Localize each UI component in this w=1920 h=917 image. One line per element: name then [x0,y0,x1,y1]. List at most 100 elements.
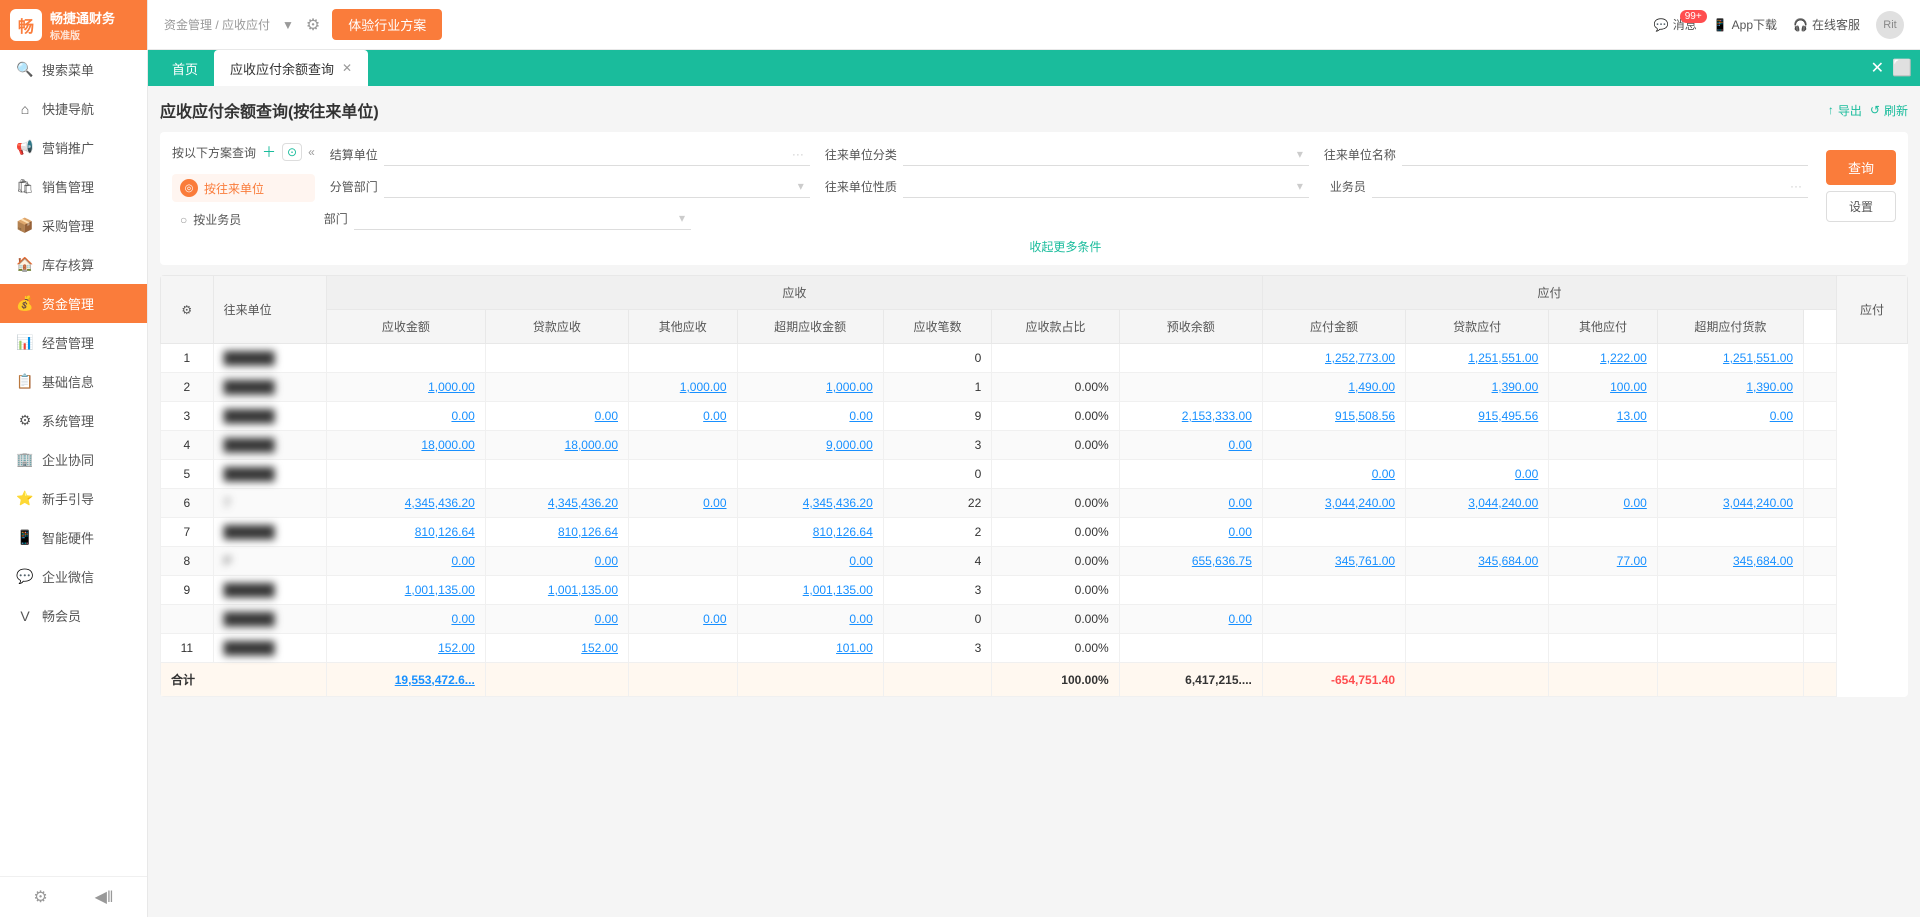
filter-collapse-btn[interactable]: 收起更多条件 [1029,240,1101,254]
settings-button[interactable]: 设置 [1826,191,1896,222]
sidebar-item-member[interactable]: V 畅会员 [0,596,147,635]
sidebar-item-wechat[interactable]: 💬 企业微信 [0,557,147,596]
table-row: 8P0.000.000.0040.00%655,636.75345,761.00… [161,547,1908,576]
filter-add-icon[interactable]: ＋ [262,142,276,162]
cell-ap_amount: 1,490.00 [1262,373,1405,402]
maximize-window-icon[interactable]: ⬜ [1892,58,1912,78]
filter-nav-by-unit[interactable]: ◎ 按往来单位 [172,174,315,202]
sidebar-item-inventory[interactable]: 🏠 库存核算 [0,245,147,284]
table-row: 11██████152.00152.00101.0030.00% [161,634,1908,663]
sidebar-item-label: 系统管理 [42,411,94,430]
collapse-sidebar-icon[interactable]: ◀‖ [95,887,114,907]
topbar-gear-icon[interactable]: ⚙ [306,15,320,35]
filter-dept: 分管部门 ▾ [323,174,810,198]
cell-ar_count: 4 [883,547,992,576]
refresh-button[interactable]: ↺ 刷新 [1870,102,1908,119]
unit-nature-dropdown-icon: ▾ [1297,179,1303,193]
sidebar-item-label: 库存核算 [42,255,94,274]
online-service-button[interactable]: 🎧 在线客服 [1793,16,1860,33]
sidebar-item-basic[interactable]: 📋 基础信息 [0,362,147,401]
message-button[interactable]: 💬 消息 99+ [1654,16,1697,33]
cell-ap_extra [1804,605,1837,634]
cell-num: 8 [161,547,214,576]
unit-name-input[interactable] [1402,142,1808,166]
cell-unit: ██████ [213,402,326,431]
sidebar-item-hardware[interactable]: 📱 智能硬件 [0,518,147,557]
filter-collapse-left-icon[interactable]: « [308,145,315,159]
refresh-icon: ↺ [1870,103,1880,117]
tab-home[interactable]: 首页 [156,50,214,86]
cell-ap_other [1549,460,1658,489]
settings-bottom-icon[interactable]: ⚙ [33,887,47,907]
cell-ar_overdue: 4,345,436.20 [737,489,883,518]
tab-arquery[interactable]: 应收应付余额查询 ✕ [214,50,368,86]
sidebar-item-enterprise[interactable]: 🏢 企业协同 [0,440,147,479]
settlement-label: 结算单位 [323,146,378,163]
filter-action-btns: 查询 设置 [1816,142,1896,255]
sidebar-item-label: 快捷导航 [42,99,94,118]
promo-button[interactable]: 体验行业方案 [332,9,442,40]
filter-settings-icon[interactable]: ⊙ [282,143,302,161]
department-input[interactable]: ▾ [354,206,691,230]
export-button[interactable]: ↑ 导出 [1828,102,1862,119]
cell-ar_count: 0 [883,344,992,373]
sidebar-item-label: 资金管理 [42,294,94,313]
footer-ar-overdue [737,663,883,697]
sidebar-item-funds[interactable]: 💰 资金管理 [0,284,147,323]
tab-close-icon[interactable]: ✕ [342,61,352,75]
cell-ap_extra [1804,576,1837,605]
app-download-button[interactable]: 📱 App下载 [1713,16,1777,33]
filter-nav-area: 按以下方案查询 ＋ ⊙ « ◎ 按往来单位 ○ 按业务员 [172,142,315,255]
th-ap-other: 其他应付 [1549,310,1658,344]
cell-ap_loan: 1,251,551.00 [1406,344,1549,373]
cell-ar_overdue: 810,126.64 [737,518,883,547]
cell-ap_overdue [1657,518,1803,547]
close-window-icon[interactable]: ✕ [1871,58,1884,78]
unit-nature-input[interactable]: ▾ [903,174,1309,198]
page-title: 应收应付余额查询(按往来单位) [160,98,379,122]
sidebar-item-marketing[interactable]: 📢 营销推广 [0,128,147,167]
footer-label: 合计 [161,663,327,697]
footer-ap-amount: -654,751.40 [1262,663,1405,697]
cell-ap_loan: 3,044,240.00 [1406,489,1549,518]
footer-ar-prepay: 6,417,215.... [1119,663,1262,697]
settlement-input[interactable]: ··· [384,142,810,166]
sidebar-item-purchase[interactable]: 📦 采购管理 [0,206,147,245]
sidebar-item-quicknav[interactable]: ⌂ 快捷导航 [0,89,147,128]
topbar-expand-icon[interactable]: ▼ [282,18,294,32]
cell-ap_other: 100.00 [1549,373,1658,402]
cell-unit: ██████ [213,344,326,373]
table-row: 5██████00.000.00 [161,460,1908,489]
cell-unit: P [213,547,326,576]
cell-num: 3 [161,402,214,431]
topbar-right: 💬 消息 99+ 📱 App下载 🎧 在线客服 Rit [1654,11,1904,39]
sidebar-item-search[interactable]: 🔍 搜索菜单 [0,50,147,89]
user-avatar[interactable]: Rit [1876,11,1904,39]
cell-ar_loan [485,373,628,402]
cell-ar_loan: 4,345,436.20 [485,489,628,518]
sidebar-item-sales[interactable]: 🛍 销售管理 [0,167,147,206]
cell-ar_ratio [992,460,1119,489]
enterprise-icon: 🏢 [16,451,34,468]
table-row: ██████0.000.000.000.0000.00%0.00 [161,605,1908,634]
cell-num: 2 [161,373,214,402]
query-button[interactable]: 查询 [1826,150,1896,185]
filter-nav-by-staff[interactable]: ○ 按业务员 [172,206,315,233]
table-row: 2██████1,000.001,000.001,000.0010.00%1,4… [161,373,1908,402]
sidebar-item-guide[interactable]: ⭐ 新手引导 [0,479,147,518]
table-settings-th[interactable]: ⚙ [161,276,214,344]
dept-input[interactable]: ▾ [384,174,810,198]
cell-ar_prepay: 655,636.75 [1119,547,1262,576]
cell-num: 6 [161,489,214,518]
cell-ar_amount: 18,000.00 [326,431,485,460]
cell-ar_loan: 152.00 [485,634,628,663]
sidebar-item-operations[interactable]: 📊 经营管理 [0,323,147,362]
cell-ar_other: 0.00 [629,402,738,431]
salesperson-input[interactable]: ··· [1372,174,1808,198]
unit-category-input[interactable]: ▾ [903,142,1309,166]
cell-ap_other: 1,222.00 [1549,344,1658,373]
sidebar-item-system[interactable]: ⚙ 系统管理 [0,401,147,440]
cell-ar_ratio: 0.00% [992,605,1119,634]
cell-ar_prepay: 0.00 [1119,489,1262,518]
cell-ar_prepay [1119,634,1262,663]
